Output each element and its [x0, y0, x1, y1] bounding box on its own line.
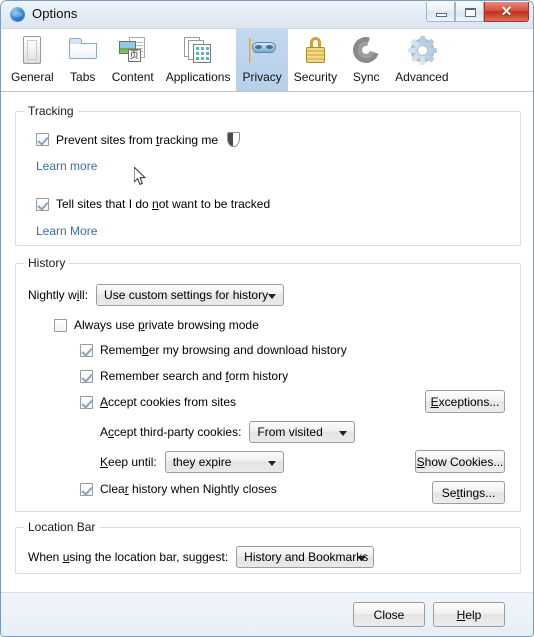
tracking-group: Tracking Prevent sites from tracking me … — [15, 104, 521, 246]
dialog-footer: Close Help — [1, 592, 533, 636]
do-not-track-checkbox[interactable] — [36, 197, 49, 211]
private-browsing-row[interactable]: Always use private browsing mode — [54, 318, 259, 332]
accept-cookies-checkbox[interactable] — [80, 395, 93, 409]
keep-until-row: Keep until: they expire — [100, 451, 284, 473]
clear-history-on-close-label: Clear history when Nightly closes — [100, 482, 277, 496]
third-party-cookies-row: Accept third-party cookies: From visited — [100, 421, 356, 443]
do-not-track-label: Tell sites that I do not want to be trac… — [56, 197, 271, 211]
close-icon: ✕ — [500, 3, 513, 19]
location-bar-suggest-value: History and Bookmarks — [244, 550, 369, 564]
tabs-icon — [66, 34, 100, 68]
remember-browsing-label: Remember my browsing and download histor… — [100, 343, 347, 357]
padlock-icon — [298, 34, 332, 68]
help-button[interactable]: Help — [433, 602, 505, 627]
chevron-down-icon — [267, 461, 276, 466]
history-mode-dropdown[interactable]: Use custom settings for history — [96, 284, 285, 306]
show-cookies-button-label: Show Cookies... — [416, 454, 504, 469]
tab-tabs[interactable]: Tabs — [60, 29, 106, 91]
privacy-pane: Tracking Prevent sites from tracking me … — [1, 92, 533, 636]
tab-content[interactable]: 页 Content — [106, 29, 160, 91]
tab-content-label: Content — [111, 70, 154, 84]
settings-button[interactable]: Settings... — [432, 481, 505, 504]
tab-advanced-label: Advanced — [395, 70, 449, 84]
tab-general-label: General — [11, 70, 54, 84]
tab-applications-label: Applications — [165, 70, 231, 84]
gear-icon — [405, 34, 439, 68]
exceptions-button[interactable]: Exceptions... — [425, 390, 505, 413]
chevron-down-icon — [339, 431, 348, 436]
history-legend: History — [28, 256, 66, 270]
third-party-cookies-dropdown[interactable]: From visited — [249, 421, 356, 443]
maximize-button[interactable] — [455, 2, 484, 22]
location-bar-legend: Location Bar — [28, 520, 96, 534]
history-mode-label: Nightly will: — [28, 288, 89, 302]
location-bar-suggest-row: When using the location bar, suggest: Hi… — [28, 546, 375, 568]
tab-tabs-label: Tabs — [70, 70, 96, 84]
tab-sync-label: Sync — [352, 70, 380, 84]
third-party-cookies-value: From visited — [257, 425, 323, 439]
history-group: History Nightly will: Use custom setting… — [15, 256, 521, 512]
chevron-down-icon — [268, 294, 277, 299]
remember-browsing-row[interactable]: Remember my browsing and download histor… — [80, 343, 347, 357]
tab-privacy[interactable]: Privacy — [236, 29, 288, 91]
keep-until-label: Keep until: — [100, 455, 157, 469]
applications-icon — [181, 34, 215, 68]
history-mode-row: Nightly will: Use custom settings for hi… — [28, 284, 285, 306]
tab-general[interactable]: General — [5, 29, 60, 91]
remember-forms-row[interactable]: Remember search and form history — [80, 369, 288, 383]
general-icon — [15, 34, 49, 68]
history-mode-value: Use custom settings for history — [104, 288, 269, 302]
exceptions-button-label: Exceptions... — [430, 394, 500, 409]
close-button[interactable]: Close — [353, 602, 425, 627]
close-button-label: Close — [373, 607, 405, 622]
globe-icon — [10, 7, 25, 22]
minimize-icon — [436, 13, 447, 17]
accept-cookies-label: Accept cookies from sites — [100, 395, 237, 409]
content-icon: 页 — [116, 34, 150, 68]
privacy-mask-icon — [245, 34, 279, 68]
tracking-learn-more-link-2[interactable]: Learn More — [36, 224, 97, 238]
keep-until-dropdown[interactable]: they expire — [164, 451, 284, 473]
location-bar-suggest-dropdown[interactable]: History and Bookmarks — [236, 546, 375, 568]
tab-applications[interactable]: Applications — [160, 29, 237, 91]
do-not-track-row[interactable]: Tell sites that I do not want to be trac… — [36, 197, 270, 211]
third-party-cookies-label: Accept third-party cookies: — [100, 425, 242, 439]
tracking-learn-more-link-1[interactable]: Learn more — [36, 159, 97, 173]
prevent-tracking-checkbox[interactable] — [36, 133, 49, 146]
minimize-button[interactable] — [426, 2, 455, 22]
location-bar-suggest-label: When using the location bar, suggest: — [28, 550, 229, 564]
tab-security[interactable]: Security — [288, 29, 343, 91]
title-bar: Options ✕ — [1, 1, 533, 29]
tab-privacy-label: Privacy — [242, 70, 282, 84]
shield-icon — [227, 132, 241, 147]
location-bar-group: Location Bar When using the location bar… — [15, 520, 521, 574]
window-close-button[interactable]: ✕ — [484, 2, 529, 22]
tab-advanced[interactable]: Advanced — [389, 29, 454, 91]
options-dialog-window: Options ✕ General Tabs 页 Content Applica… — [0, 0, 534, 637]
remember-forms-checkbox[interactable] — [80, 369, 93, 383]
chevron-down-icon — [358, 556, 367, 561]
help-button-label: Help — [456, 607, 482, 622]
clear-history-on-close-row[interactable]: Clear history when Nightly closes — [80, 482, 277, 496]
private-browsing-label: Always use private browsing mode — [74, 318, 259, 332]
prevent-tracking-row[interactable]: Prevent sites from tracking me — [36, 132, 241, 147]
maximize-icon — [465, 8, 476, 17]
tab-sync[interactable]: Sync — [343, 29, 389, 91]
tracking-legend: Tracking — [28, 104, 74, 118]
settings-button-label: Settings... — [441, 485, 496, 500]
private-browsing-checkbox[interactable] — [54, 318, 67, 332]
clear-history-on-close-checkbox[interactable] — [80, 482, 93, 496]
tab-security-label: Security — [293, 70, 338, 84]
prevent-tracking-label: Prevent sites from tracking me — [56, 132, 219, 147]
remember-forms-label: Remember search and form history — [100, 369, 289, 383]
window-title: Options — [32, 6, 78, 21]
accept-cookies-row[interactable]: Accept cookies from sites — [80, 395, 236, 409]
remember-browsing-checkbox[interactable] — [80, 343, 93, 357]
options-tab-strip: General Tabs 页 Content Applications Priv… — [1, 29, 533, 92]
show-cookies-button[interactable]: Show Cookies... — [415, 450, 505, 473]
keep-until-value: they expire — [172, 455, 232, 469]
sync-arrows-icon — [348, 32, 384, 68]
